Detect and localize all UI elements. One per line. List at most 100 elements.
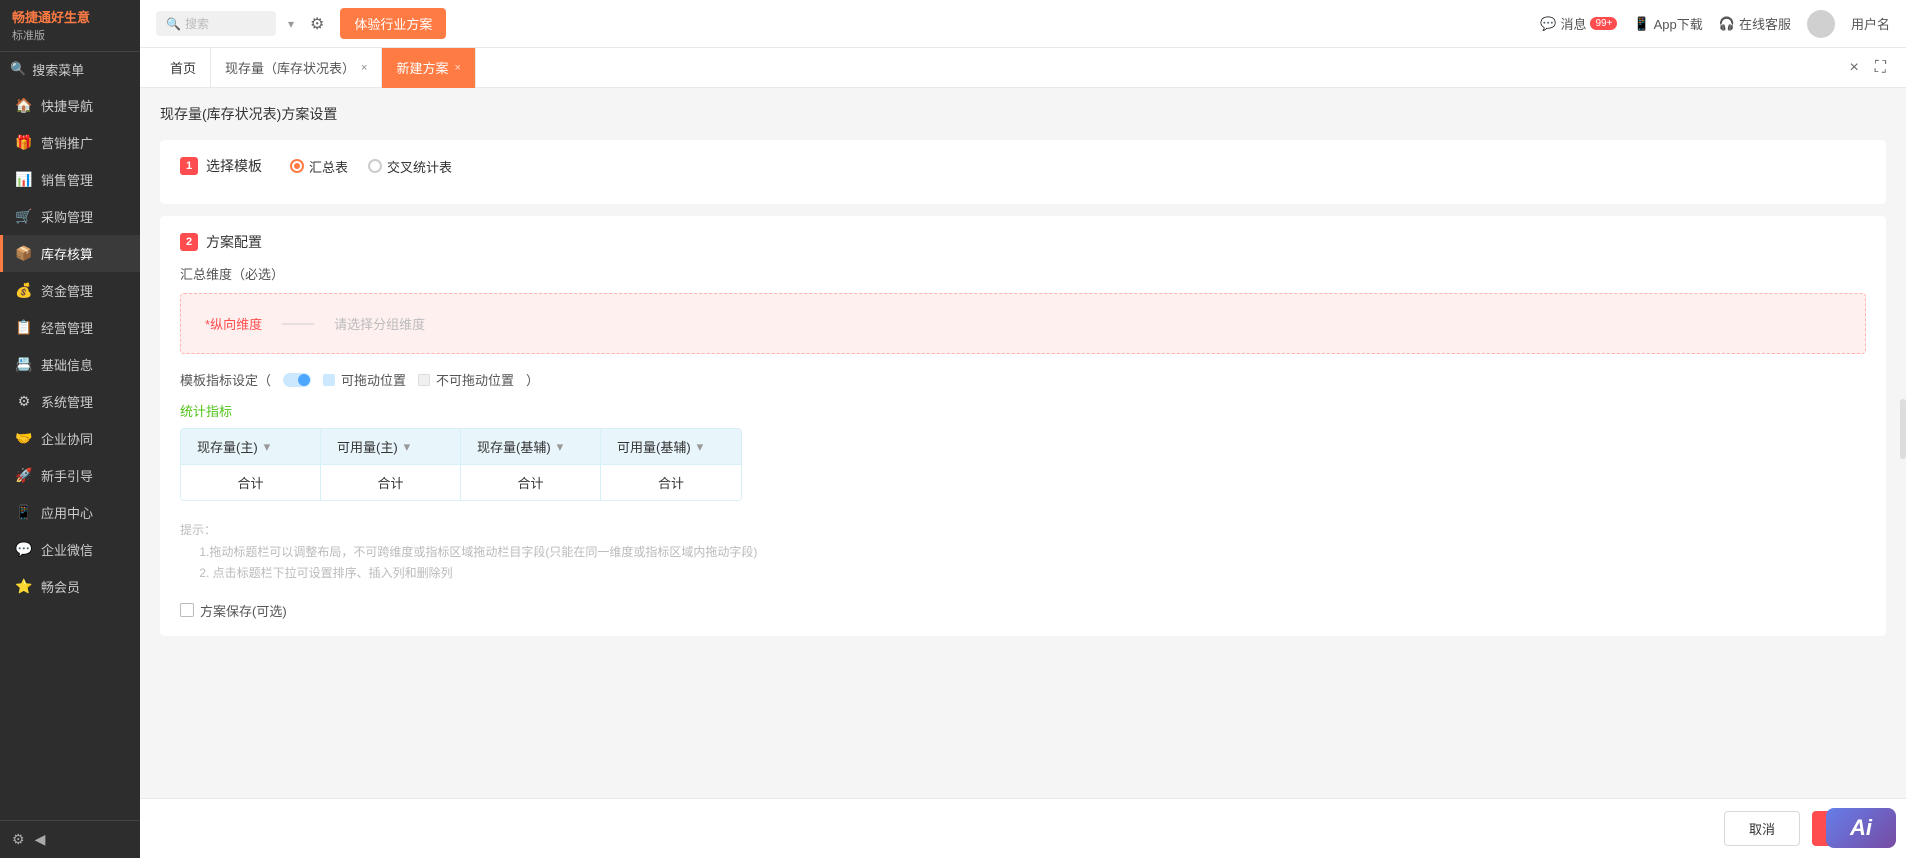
sidebar-search-label: 搜索菜单 [32, 60, 84, 79]
step1-number: 1 [180, 157, 198, 175]
footer-bar: 取消 查询 [140, 798, 1906, 858]
step2-header: 2 方案配置 [180, 232, 1866, 252]
col-available-main[interactable]: 可用量(主) ▾ [321, 429, 461, 464]
download-icon: 📱 [1633, 16, 1649, 32]
non-draggable-legend-label: 不可拖动位置 [436, 370, 514, 389]
col-available-aux-label: 可用量(基辅) [617, 437, 691, 456]
sidebar-item-label: 系统管理 [41, 392, 93, 411]
radio-cross[interactable]: 交叉统计表 [368, 157, 452, 176]
tips-section: 提示： 1.拖动标题栏可以调整布局，不可跨维度或指标区域拖动栏目字段(只能在同一… [180, 520, 1866, 585]
sidebar-item-label: 新手引导 [41, 466, 93, 485]
indicator-settings-suffix: ） [526, 370, 539, 389]
tab-home-label: 首页 [170, 58, 196, 77]
collapse-sidebar-icon[interactable]: ◀ [35, 831, 46, 848]
sidebar-item-label: 库存核算 [41, 244, 93, 263]
main-content: 🔍 搜索 ▾ ⚙ 体验行业方案 💬 消息 99+ 📱 App下载 🎧 在线客服 [140, 0, 1906, 858]
stats-table-body-row: 合计 合计 合计 合计 [181, 464, 741, 500]
sidebar-item-sales[interactable]: 📊 销售管理 [0, 161, 140, 198]
topbar-gear-button[interactable]: ⚙ [306, 10, 328, 38]
ai-badge[interactable]: Ai [1826, 808, 1896, 848]
save-checkbox[interactable] [180, 603, 194, 617]
app-edition: 标准版 [12, 27, 128, 43]
sidebar-item-label: 畅会员 [41, 577, 80, 596]
tip-item-2: 2. 点击标题栏下拉可设置排序、插入列和删除列 [180, 563, 1866, 585]
handshake-icon: 🤝 [15, 429, 33, 447]
col-current-aux-dropdown-icon[interactable]: ▾ [557, 439, 564, 455]
sidebar-item-label: 营销推广 [41, 133, 93, 152]
sidebar-nav: 🏠 快捷导航 🎁 营销推广 📊 销售管理 🛒 采购管理 📦 库存核算 💰 资金管… [0, 87, 140, 820]
message-badge: 99+ [1590, 17, 1617, 30]
radio-cross-label: 交叉统计表 [387, 157, 452, 176]
col-available-aux-dropdown-icon[interactable]: ▾ [697, 439, 704, 455]
tab-restore-btn[interactable]: × [1845, 55, 1862, 81]
indicator-nondraggable-legend: 不可拖动位置 [418, 370, 514, 389]
tab-maximize-btn[interactable]: ⛶ [1871, 55, 1890, 81]
tab-home[interactable]: 首页 [156, 48, 211, 88]
sidebar-item-marketing[interactable]: 🎁 营销推广 [0, 124, 140, 161]
tab-inventory-status[interactable]: 现存量（库存状况表） × [211, 48, 382, 88]
app-download-label: App下载 [1654, 14, 1703, 33]
sidebar-item-label: 应用中心 [41, 503, 93, 522]
tab-new-scheme-close-icon[interactable]: × [454, 62, 460, 74]
sidebar: 畅捷通好生意 标准版 🔍 搜索菜单 🏠 快捷导航 🎁 营销推广 📊 销售管理 🛒… [0, 0, 140, 858]
industry-btn[interactable]: 体验行业方案 [340, 8, 446, 39]
radio-summary[interactable]: 汇总表 [290, 157, 348, 176]
sidebar-bottom: ⚙ ◀ [0, 820, 140, 858]
dimension-section-label: 汇总维度（必选） [180, 264, 1866, 283]
col-available-aux[interactable]: 可用量(基辅) ▾ [601, 429, 741, 464]
col-current-main[interactable]: 现存量(主) ▾ [181, 429, 321, 464]
rocket-icon: 🚀 [15, 466, 33, 484]
sidebar-item-inventory[interactable]: 📦 库存核算 [0, 235, 140, 272]
sidebar-item-purchase[interactable]: 🛒 采购管理 [0, 198, 140, 235]
indicator-toggle[interactable] [283, 373, 311, 387]
online-service-label: 在线客服 [1739, 14, 1791, 33]
money-icon: 💰 [15, 281, 33, 299]
chart-icon: 📊 [15, 170, 33, 188]
sidebar-item-app-center[interactable]: 📱 应用中心 [0, 494, 140, 531]
message-label: 消息 [1560, 14, 1586, 33]
template-radio-group: 汇总表 交叉统计表 [290, 157, 452, 176]
col-available-main-label: 可用量(主) [337, 437, 398, 456]
app-download-btn[interactable]: 📱 App下载 [1633, 14, 1702, 33]
dimension-dash: —— [282, 315, 314, 333]
online-service-btn[interactable]: 🎧 在线客服 [1719, 14, 1791, 33]
col-current-main-dropdown-icon[interactable]: ▾ [264, 439, 271, 455]
indicator-draggable-legend: 可拖动位置 [323, 370, 406, 389]
avatar[interactable] [1807, 10, 1835, 38]
col-current-main-label: 现存量(主) [197, 437, 258, 456]
sidebar-item-label: 经营管理 [41, 318, 93, 337]
message-btn[interactable]: 💬 消息 99+ [1540, 14, 1617, 33]
sidebar-item-wechat[interactable]: 💬 企业微信 [0, 531, 140, 568]
content-area: 现存量(库存状况表)方案设置 1 选择模板 汇总表 交叉统计表 [140, 88, 1906, 798]
username: 用户名 [1851, 14, 1890, 33]
sidebar-item-basic-info[interactable]: 📇 基础信息 [0, 346, 140, 383]
step2-title: 方案配置 [206, 232, 262, 252]
cancel-button[interactable]: 取消 [1724, 811, 1800, 846]
sidebar-search[interactable]: 🔍 搜索菜单 [0, 52, 140, 87]
tab-new-scheme[interactable]: 新建方案 × [382, 48, 475, 88]
col-available-main-dropdown-icon[interactable]: ▾ [404, 439, 411, 455]
sidebar-item-vip[interactable]: ⭐ 畅会员 [0, 568, 140, 605]
sidebar-item-finance[interactable]: 💰 资金管理 [0, 272, 140, 309]
tips-title: 提示： [180, 520, 1866, 542]
dimension-placeholder[interactable]: 请选择分组维度 [334, 314, 425, 333]
step2-number: 2 [180, 233, 198, 251]
col-current-aux[interactable]: 现存量(基辅) ▾ [461, 429, 601, 464]
sidebar-item-operation[interactable]: 📋 经营管理 [0, 309, 140, 346]
indicator-toggle-thumb [298, 374, 310, 386]
sidebar-item-enterprise[interactable]: 🤝 企业协同 [0, 420, 140, 457]
step2-card: 2 方案配置 汇总维度（必选） *纵向维度 —— 请选择分组维度 模板指标设定（ [160, 216, 1886, 636]
tab-inventory-label: 现存量（库存状况表） [225, 58, 355, 77]
settings-icon[interactable]: ⚙ [12, 831, 25, 848]
tip-item-1: 1.拖动标题栏可以调整布局，不可跨维度或指标区域拖动栏目字段(只能在同一维度或指… [180, 542, 1866, 564]
topbar-dropdown-icon[interactable]: ▾ [288, 17, 294, 31]
sidebar-item-quick-nav[interactable]: 🏠 快捷导航 [0, 87, 140, 124]
sidebar-item-new-guide[interactable]: 🚀 新手引导 [0, 457, 140, 494]
topbar-search[interactable]: 🔍 搜索 [156, 11, 276, 36]
tab-inventory-close-icon[interactable]: × [361, 62, 367, 74]
col-current-aux-label: 现存量(基辅) [477, 437, 551, 456]
page-title: 现存量(库存状况表)方案设置 [160, 104, 1886, 124]
sidebar-item-system[interactable]: ⚙ 系统管理 [0, 383, 140, 420]
cart-icon: 🛒 [15, 207, 33, 225]
topbar: 🔍 搜索 ▾ ⚙ 体验行业方案 💬 消息 99+ 📱 App下载 🎧 在线客服 [140, 0, 1906, 48]
